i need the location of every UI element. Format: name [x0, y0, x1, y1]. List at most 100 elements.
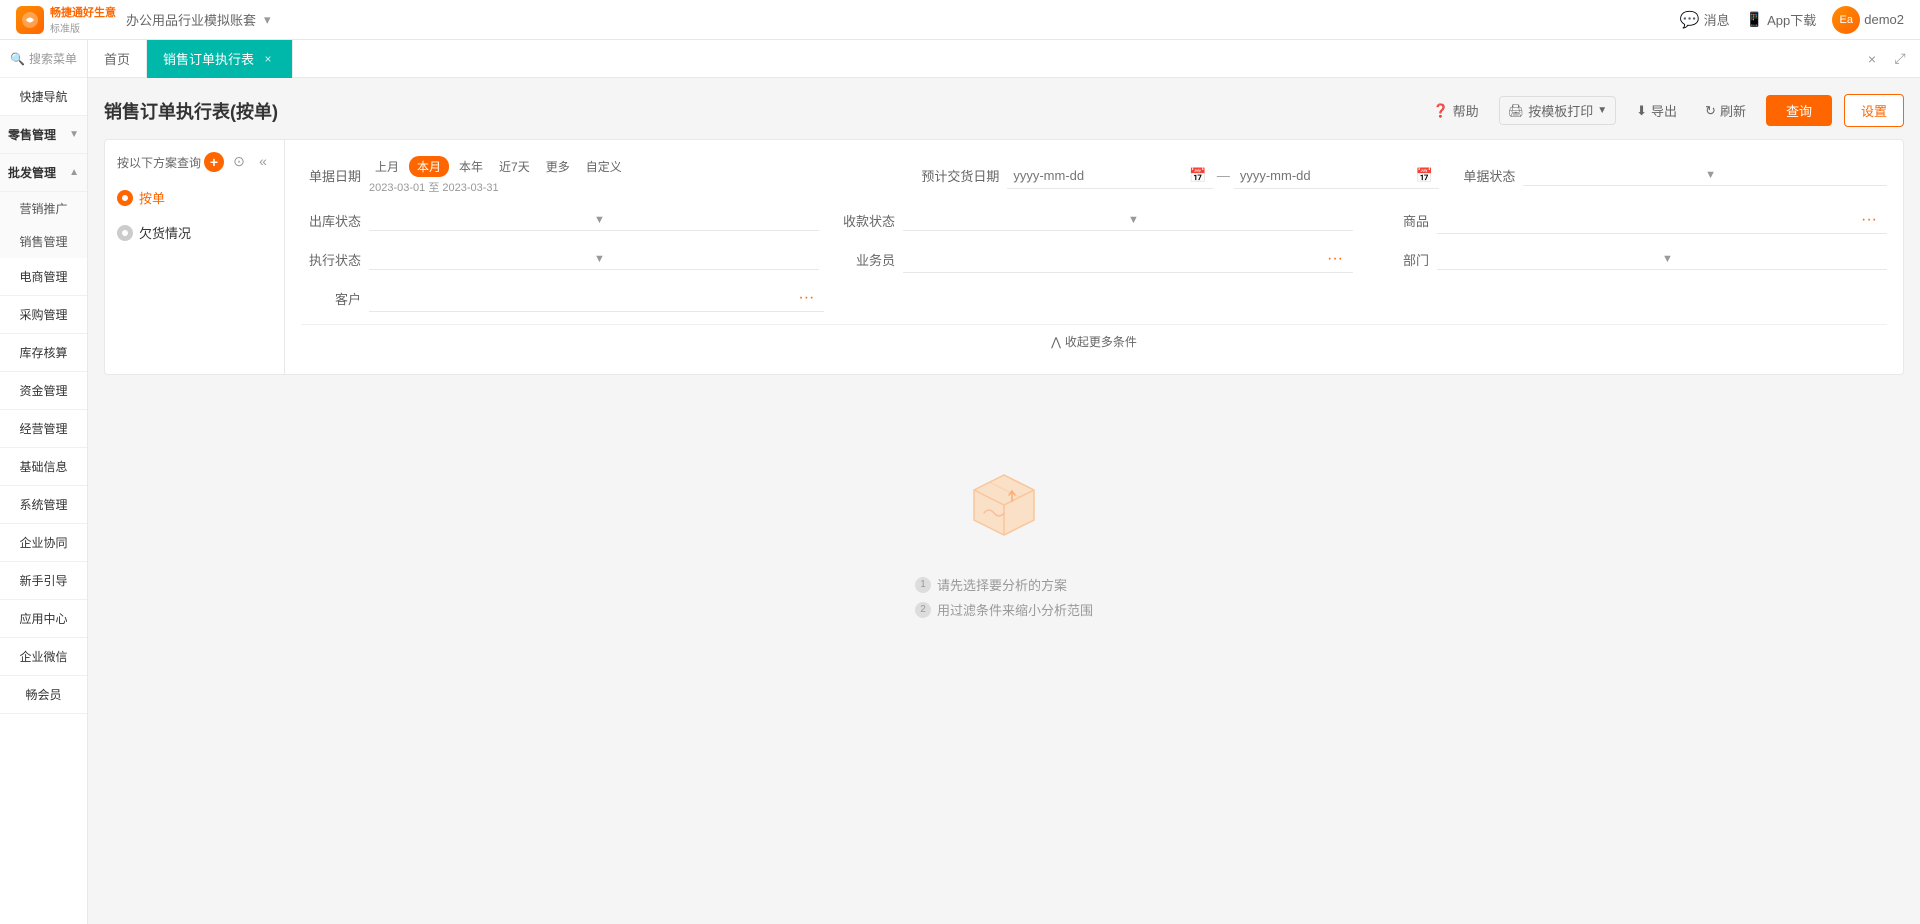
goods-more-icon[interactable]: ··· [1857, 211, 1881, 229]
sidebar-item-wholesale[interactable]: 批发管理 ▲ [0, 154, 87, 192]
content-area: 首页 销售订单执行表 × × ⤢ 销售订单执行表(按单) ❓ 帮助 [88, 40, 1920, 924]
sidebar-item-app-center[interactable]: 应用中心 [0, 600, 87, 638]
template-print-button[interactable]: 🖨 按模板打印 ▼ [1499, 96, 1616, 125]
scheme-item-by-order[interactable]: 按单 [105, 180, 284, 215]
scheme-dot-inactive [117, 225, 133, 241]
delivery-status-select[interactable]: ▼ [369, 210, 819, 231]
calendar-end-icon[interactable]: 📅 [1416, 167, 1433, 184]
sidebar-item-inventory[interactable]: 库存核算 [0, 334, 87, 372]
scheme-panel-label: 按以下方案查询 [117, 154, 201, 171]
empty-state: 1 请先选择要分析的方案 2 用过滤条件来缩小分析范围 [104, 375, 1904, 705]
help-icon: ❓ [1432, 103, 1448, 119]
tab-close-window-button[interactable]: × [1860, 47, 1884, 71]
filter-payment-status: 收款状态 ▼ [835, 210, 1353, 231]
department-select[interactable]: ▼ [1437, 249, 1887, 270]
search-icon: 🔍 [10, 52, 25, 66]
sidebar-item-enterprise-coop[interactable]: 企业协同 [0, 524, 87, 562]
customer-more-icon[interactable]: ··· [794, 289, 818, 307]
shortcut-custom[interactable]: 自定义 [580, 156, 628, 177]
sidebar-item-new-user[interactable]: 新手引导 [0, 562, 87, 600]
refresh-button[interactable]: ↻ 刷新 [1697, 97, 1754, 124]
scheme-dot-active [117, 190, 133, 206]
top-header-right: 💬 消息 📱 App下载 Ea demo2 [1680, 6, 1904, 34]
page-title-bar: 销售订单执行表(按单) ❓ 帮助 🖨 按模板打印 ▼ ⬇ 导出 [104, 94, 1904, 127]
settings-button[interactable]: 设置 [1844, 94, 1904, 127]
expected-date-start-wrap[interactable]: 📅 [1007, 163, 1213, 189]
date-separator: — [1217, 168, 1230, 183]
filter-goods: 商品 ··· [1369, 207, 1887, 234]
expected-date-start-input[interactable] [1013, 168, 1189, 183]
shortcut-this-year[interactable]: 本年 [453, 156, 489, 177]
expected-date-end-input[interactable] [1240, 168, 1416, 183]
payment-status-label: 收款状态 [835, 211, 895, 230]
sidebar-item-ecommerce[interactable]: 电商管理 [0, 258, 87, 296]
scheme-panel: 按以下方案查询 + ⊙ « 按单 [105, 140, 285, 374]
filter-row-1: 单据日期 上月 本月 本年 近7天 更多 自定义 [301, 156, 1887, 195]
filter-exec-status: 执行状态 ▼ [301, 249, 819, 270]
help-button[interactable]: ❓ 帮助 [1424, 97, 1486, 124]
expected-date-end-wrap[interactable]: 📅 [1234, 163, 1440, 189]
scheme-panel-header-actions: + ⊙ « [204, 152, 272, 172]
empty-hint-1: 1 请先选择要分析的方案 [915, 575, 1093, 594]
filter-date-field: 单据日期 上月 本月 本年 近7天 更多 自定义 [301, 156, 905, 195]
user-avatar: Ea [1832, 6, 1860, 34]
filter-customer: 客户 ··· [301, 285, 824, 312]
filter-expected-date: 预计交货日期 📅 — 📅 [921, 163, 1439, 189]
shortcut-this-month[interactable]: 本月 [409, 156, 449, 177]
sidebar-item-operation[interactable]: 经营管理 [0, 410, 87, 448]
shortcut-last-month[interactable]: 上月 [369, 156, 405, 177]
salesperson-more-icon[interactable]: ··· [1323, 250, 1347, 268]
sidebar-item-marketing[interactable]: 营销推广 [0, 192, 87, 225]
sidebar-item-system[interactable]: 系统管理 [0, 486, 87, 524]
dept-caret-icon: ▼ [1662, 253, 1881, 265]
export-icon: ⬇ [1636, 103, 1647, 119]
filter-date-label: 单据日期 [301, 166, 361, 185]
tab-expand-button[interactable]: ⤢ [1888, 47, 1912, 71]
export-button[interactable]: ⬇ 导出 [1628, 97, 1685, 124]
sidebar: 🔍 搜索菜单 快捷导航 零售管理 ▼ 批发管理 ▲ 营销推广 销售管理 电商管理… [0, 40, 88, 924]
filter-status-label: 单据状态 [1455, 166, 1515, 185]
exec-status-select[interactable]: ▼ [369, 249, 819, 270]
sidebar-item-basic-info[interactable]: 基础信息 [0, 448, 87, 486]
scheme-add-button[interactable]: + [204, 152, 224, 172]
sidebar-item-search[interactable]: 🔍 搜索菜单 [0, 40, 87, 78]
page-content: 销售订单执行表(按单) ❓ 帮助 🖨 按模板打印 ▼ ⬇ 导出 [88, 78, 1920, 924]
sidebar-item-member[interactable]: 畅会员 [0, 676, 87, 714]
filter-content: 单据日期 上月 本月 本年 近7天 更多 自定义 [285, 140, 1903, 374]
user-menu[interactable]: Ea demo2 [1832, 6, 1904, 34]
shortcut-more[interactable]: 更多 [540, 156, 576, 177]
app-download-button[interactable]: 📱 App下载 [1746, 10, 1817, 29]
scheme-edit-button[interactable]: ⊙ [230, 152, 248, 170]
breadcrumb-text: 办公用品行业模拟账套 [126, 10, 256, 29]
tab-close-icon[interactable]: × [260, 51, 276, 67]
breadcrumb-arrow[interactable]: ▾ [264, 12, 271, 28]
sidebar-item-finance[interactable]: 资金管理 [0, 372, 87, 410]
payment-status-select[interactable]: ▼ [903, 210, 1353, 231]
refresh-icon: ↻ [1705, 103, 1716, 119]
query-button[interactable]: 查询 [1766, 95, 1832, 126]
filter-expected-date-label: 预计交货日期 [921, 166, 999, 185]
sidebar-item-quick-nav[interactable]: 快捷导航 [0, 78, 87, 116]
collapse-bar[interactable]: ⋀ 收起更多条件 [301, 324, 1887, 358]
sidebar-item-sales[interactable]: 销售管理 [0, 225, 87, 258]
sidebar-item-retail[interactable]: 零售管理 ▼ [0, 116, 87, 154]
tab-home[interactable]: 首页 [88, 40, 147, 78]
sidebar-item-enterprise-wechat[interactable]: 企业微信 [0, 638, 87, 676]
empty-state-icon [954, 455, 1054, 555]
print-icon: 🖨 [1508, 103, 1525, 119]
calendar-start-icon[interactable]: 📅 [1189, 167, 1206, 184]
salesperson-label: 业务员 [835, 250, 895, 269]
tab-sales-order-exec[interactable]: 销售订单执行表 × [147, 40, 293, 78]
top-header-left: 畅捷通好生意 标准版 办公用品行业模拟账套 ▾ [16, 4, 271, 35]
status-select[interactable]: ▼ [1523, 165, 1887, 186]
exec-status-label: 执行状态 [301, 250, 361, 269]
breadcrumb-area[interactable]: 办公用品行业模拟账套 ▾ [126, 10, 271, 29]
wholesale-arrow-icon: ▲ [69, 167, 79, 178]
scheme-collapse-button[interactable]: « [254, 152, 272, 170]
phone-icon: 📱 [1746, 11, 1763, 28]
sidebar-item-purchase[interactable]: 采购管理 [0, 296, 87, 334]
shortcut-7days[interactable]: 近7天 [493, 156, 536, 177]
message-button[interactable]: 💬 消息 [1680, 10, 1730, 30]
filter-delivery-status: 出库状态 ▼ [301, 210, 819, 231]
scheme-item-debt[interactable]: 欠货情况 [105, 215, 284, 250]
